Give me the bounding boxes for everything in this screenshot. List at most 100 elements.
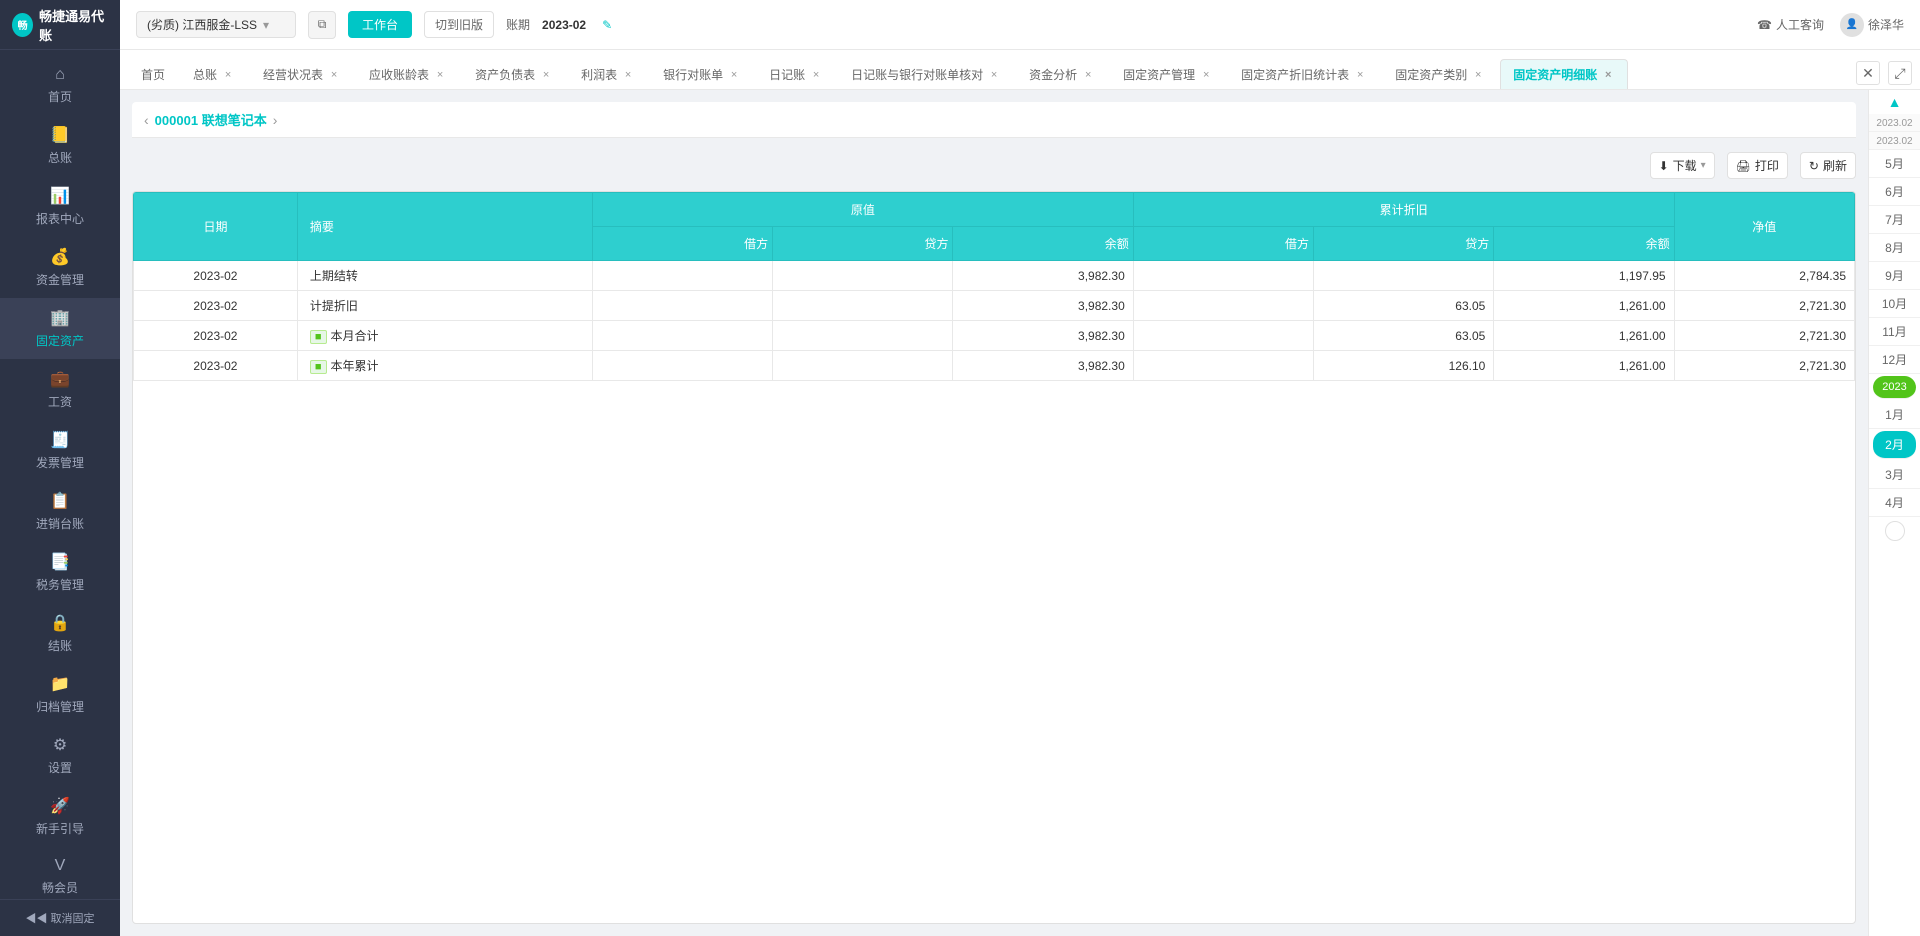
cell-date: 2023-02	[134, 291, 298, 321]
sidebar-item-invoice[interactable]: 🧾发票管理	[0, 420, 120, 481]
sidebar-item-salary[interactable]: 💼 工资	[0, 359, 120, 420]
tab-close-icon[interactable]: ×	[433, 68, 447, 82]
tab-日记账与银行对账单核对[interactable]: 日记账与银行对账单核对 ×	[838, 59, 1014, 89]
tab-close-icon[interactable]: ×	[727, 68, 741, 82]
maximize-button[interactable]: ⤢	[1888, 61, 1912, 85]
date-unknown-button[interactable]	[1885, 521, 1905, 541]
refresh-button[interactable]: ↻ 刷新	[1800, 152, 1856, 179]
sidebar-item-tax[interactable]: 📑税务管理	[0, 542, 120, 603]
sidebar-item-settings[interactable]: ⚙设置	[0, 725, 120, 786]
tab-固定资产管理[interactable]: 固定资产管理×	[1110, 59, 1226, 89]
tab-经营状况表[interactable]: 经营状况表×	[250, 59, 354, 89]
sidebar-item-label: 工资	[48, 393, 72, 410]
tab-close-icon[interactable]: ×	[1199, 68, 1213, 82]
sidebar-item-archive[interactable]: 📁归档管理	[0, 664, 120, 725]
close-all-tabs-button[interactable]: ✕	[1856, 61, 1880, 85]
tab-总账[interactable]: 总账×	[180, 59, 248, 89]
copy-icon[interactable]: ⧉	[308, 11, 336, 39]
tab-close-icon[interactable]: ×	[1081, 68, 1095, 82]
cell-net-value: 2,721.30	[1674, 351, 1854, 381]
tab-close-icon[interactable]: ×	[327, 68, 341, 82]
unpin-button[interactable]: ◀◀ 取消固定	[0, 899, 120, 936]
sidebar-item-guide[interactable]: 🚀新手引导	[0, 786, 120, 847]
sidebar-item-ledger[interactable]: 📒总账	[0, 115, 120, 176]
date-year-tag[interactable]: 2023	[1873, 376, 1916, 399]
sidebar-item-close[interactable]: 🔒结账	[0, 603, 120, 664]
service-label: 人工客询	[1776, 16, 1824, 33]
date-month-3月[interactable]: 3月	[1869, 461, 1920, 489]
tab-利润表[interactable]: 利润表×	[568, 59, 648, 89]
date-month-5月[interactable]: 5月	[1869, 150, 1920, 178]
date-month-7月[interactable]: 7月	[1869, 206, 1920, 234]
tab-label: 应收账龄表	[369, 66, 429, 83]
asset-breadcrumb: ‹ 000001 联想笔记本 ›	[132, 102, 1856, 138]
cell-date: 2023-02	[134, 321, 298, 351]
date-scroll-up[interactable]: ▲	[1869, 90, 1920, 114]
date-month-2月[interactable]: 2月	[1873, 431, 1916, 459]
tab-close-icon[interactable]: ×	[1471, 68, 1485, 82]
service-icon: ☎	[1757, 18, 1772, 32]
workbench-button[interactable]: 工作台	[348, 11, 412, 38]
sidebar-item-label: 报表中心	[36, 210, 84, 227]
sidebar-item-asset[interactable]: 🏢固定资产	[0, 298, 120, 359]
tab-close-icon[interactable]: ×	[1601, 68, 1615, 82]
tab-日记账[interactable]: 日记账×	[756, 59, 836, 89]
switch-old-button[interactable]: 切到旧版	[424, 11, 494, 38]
service-button[interactable]: ☎ 人工客询	[1757, 16, 1824, 33]
sidebar-item-label: 总账	[48, 149, 72, 166]
row-tag: ■	[310, 330, 327, 344]
breadcrumb-forward-arrow[interactable]: ›	[273, 112, 278, 128]
breadcrumb-back-arrow[interactable]: ‹	[144, 112, 149, 128]
date-month-9月[interactable]: 9月	[1869, 262, 1920, 290]
page-content: ‹ 000001 联想笔记本 › ⬇ 下载 ▾ 🖨 打印	[120, 90, 1868, 936]
sidebar-item-label: 税务管理	[36, 576, 84, 593]
tab-银行对账单[interactable]: 银行对账单×	[650, 59, 754, 89]
sidebar-item-label: 固定资产	[36, 332, 84, 349]
table-toolbar: ⬇ 下载 ▾ 🖨 打印 ↻ 刷新	[132, 146, 1856, 185]
company-selector[interactable]: (劣质) 江西服金-LSS ▾	[136, 11, 296, 38]
tab-label: 固定资产类别	[1395, 66, 1467, 83]
tab-资产负债表[interactable]: 资产负债表×	[462, 59, 566, 89]
tab-label: 日记账与银行对账单核对	[851, 66, 983, 83]
print-button[interactable]: 🖨 打印	[1727, 152, 1788, 179]
tab-close-icon[interactable]: ×	[987, 68, 1001, 82]
cell-orig-credit	[773, 321, 953, 351]
period-label: 账期	[506, 16, 530, 33]
tab-固定资产类别[interactable]: 固定资产类别 ×	[1382, 59, 1498, 89]
date-month-12月[interactable]: 12月	[1869, 346, 1920, 374]
period-edit-icon[interactable]: ✎	[602, 18, 612, 32]
sidebar-item-sales[interactable]: 📋进销台账	[0, 481, 120, 542]
tab-close-icon[interactable]: ×	[809, 68, 823, 82]
tab-bar: 首页总账×经营状况表×应收账龄表×资产负债表×利润表×银行对账单×日记账×日记账…	[120, 50, 1920, 90]
download-button[interactable]: ⬇ 下载 ▾	[1650, 152, 1715, 179]
tab-首页[interactable]: 首页	[128, 59, 178, 89]
header-dep-debit: 借方	[1133, 227, 1313, 261]
date-month-10月[interactable]: 10月	[1869, 290, 1920, 318]
sidebar-item-member[interactable]: V畅会员	[0, 847, 120, 899]
sidebar-item-label: 新手引导	[36, 820, 84, 837]
sidebar-item-report[interactable]: 📊报表中心	[0, 176, 120, 237]
date-month-6月[interactable]: 6月	[1869, 178, 1920, 206]
sidebar-item-home[interactable]: ⌂首页	[0, 56, 120, 115]
data-table: 日期 摘要 原值 累计折旧 净值 借方 贷方 余额 借方 贷方 余额	[132, 191, 1856, 924]
cell-orig-debit	[592, 261, 772, 291]
tab-固定资产明细账[interactable]: 固定资产明细账×	[1500, 59, 1628, 89]
header-orig-balance: 余额	[953, 227, 1133, 261]
tab-资金分析[interactable]: 资金分析×	[1016, 59, 1108, 89]
date-month-4月[interactable]: 4月	[1869, 489, 1920, 517]
row-tag: ■	[310, 360, 327, 374]
date-month-1月[interactable]: 1月	[1869, 401, 1920, 429]
tab-应收账龄表[interactable]: 应收账龄表 ×	[356, 59, 460, 89]
salary-icon: 💼	[50, 369, 70, 389]
tab-固定资产折旧统计表[interactable]: 固定资产折旧统计表×	[1228, 59, 1380, 89]
tab-label: 首页	[141, 66, 165, 83]
date-month-8月[interactable]: 8月	[1869, 234, 1920, 262]
tab-close-icon[interactable]: ×	[1353, 68, 1367, 82]
user-button[interactable]: 👤 徐泽华	[1840, 13, 1904, 37]
cell-dep-debit	[1133, 351, 1313, 381]
date-month-11月[interactable]: 11月	[1869, 318, 1920, 346]
sidebar-item-fund[interactable]: 💰资金管理	[0, 237, 120, 298]
tab-close-icon[interactable]: ×	[539, 68, 553, 82]
tab-close-icon[interactable]: ×	[221, 68, 235, 82]
tab-close-icon[interactable]: ×	[621, 68, 635, 82]
